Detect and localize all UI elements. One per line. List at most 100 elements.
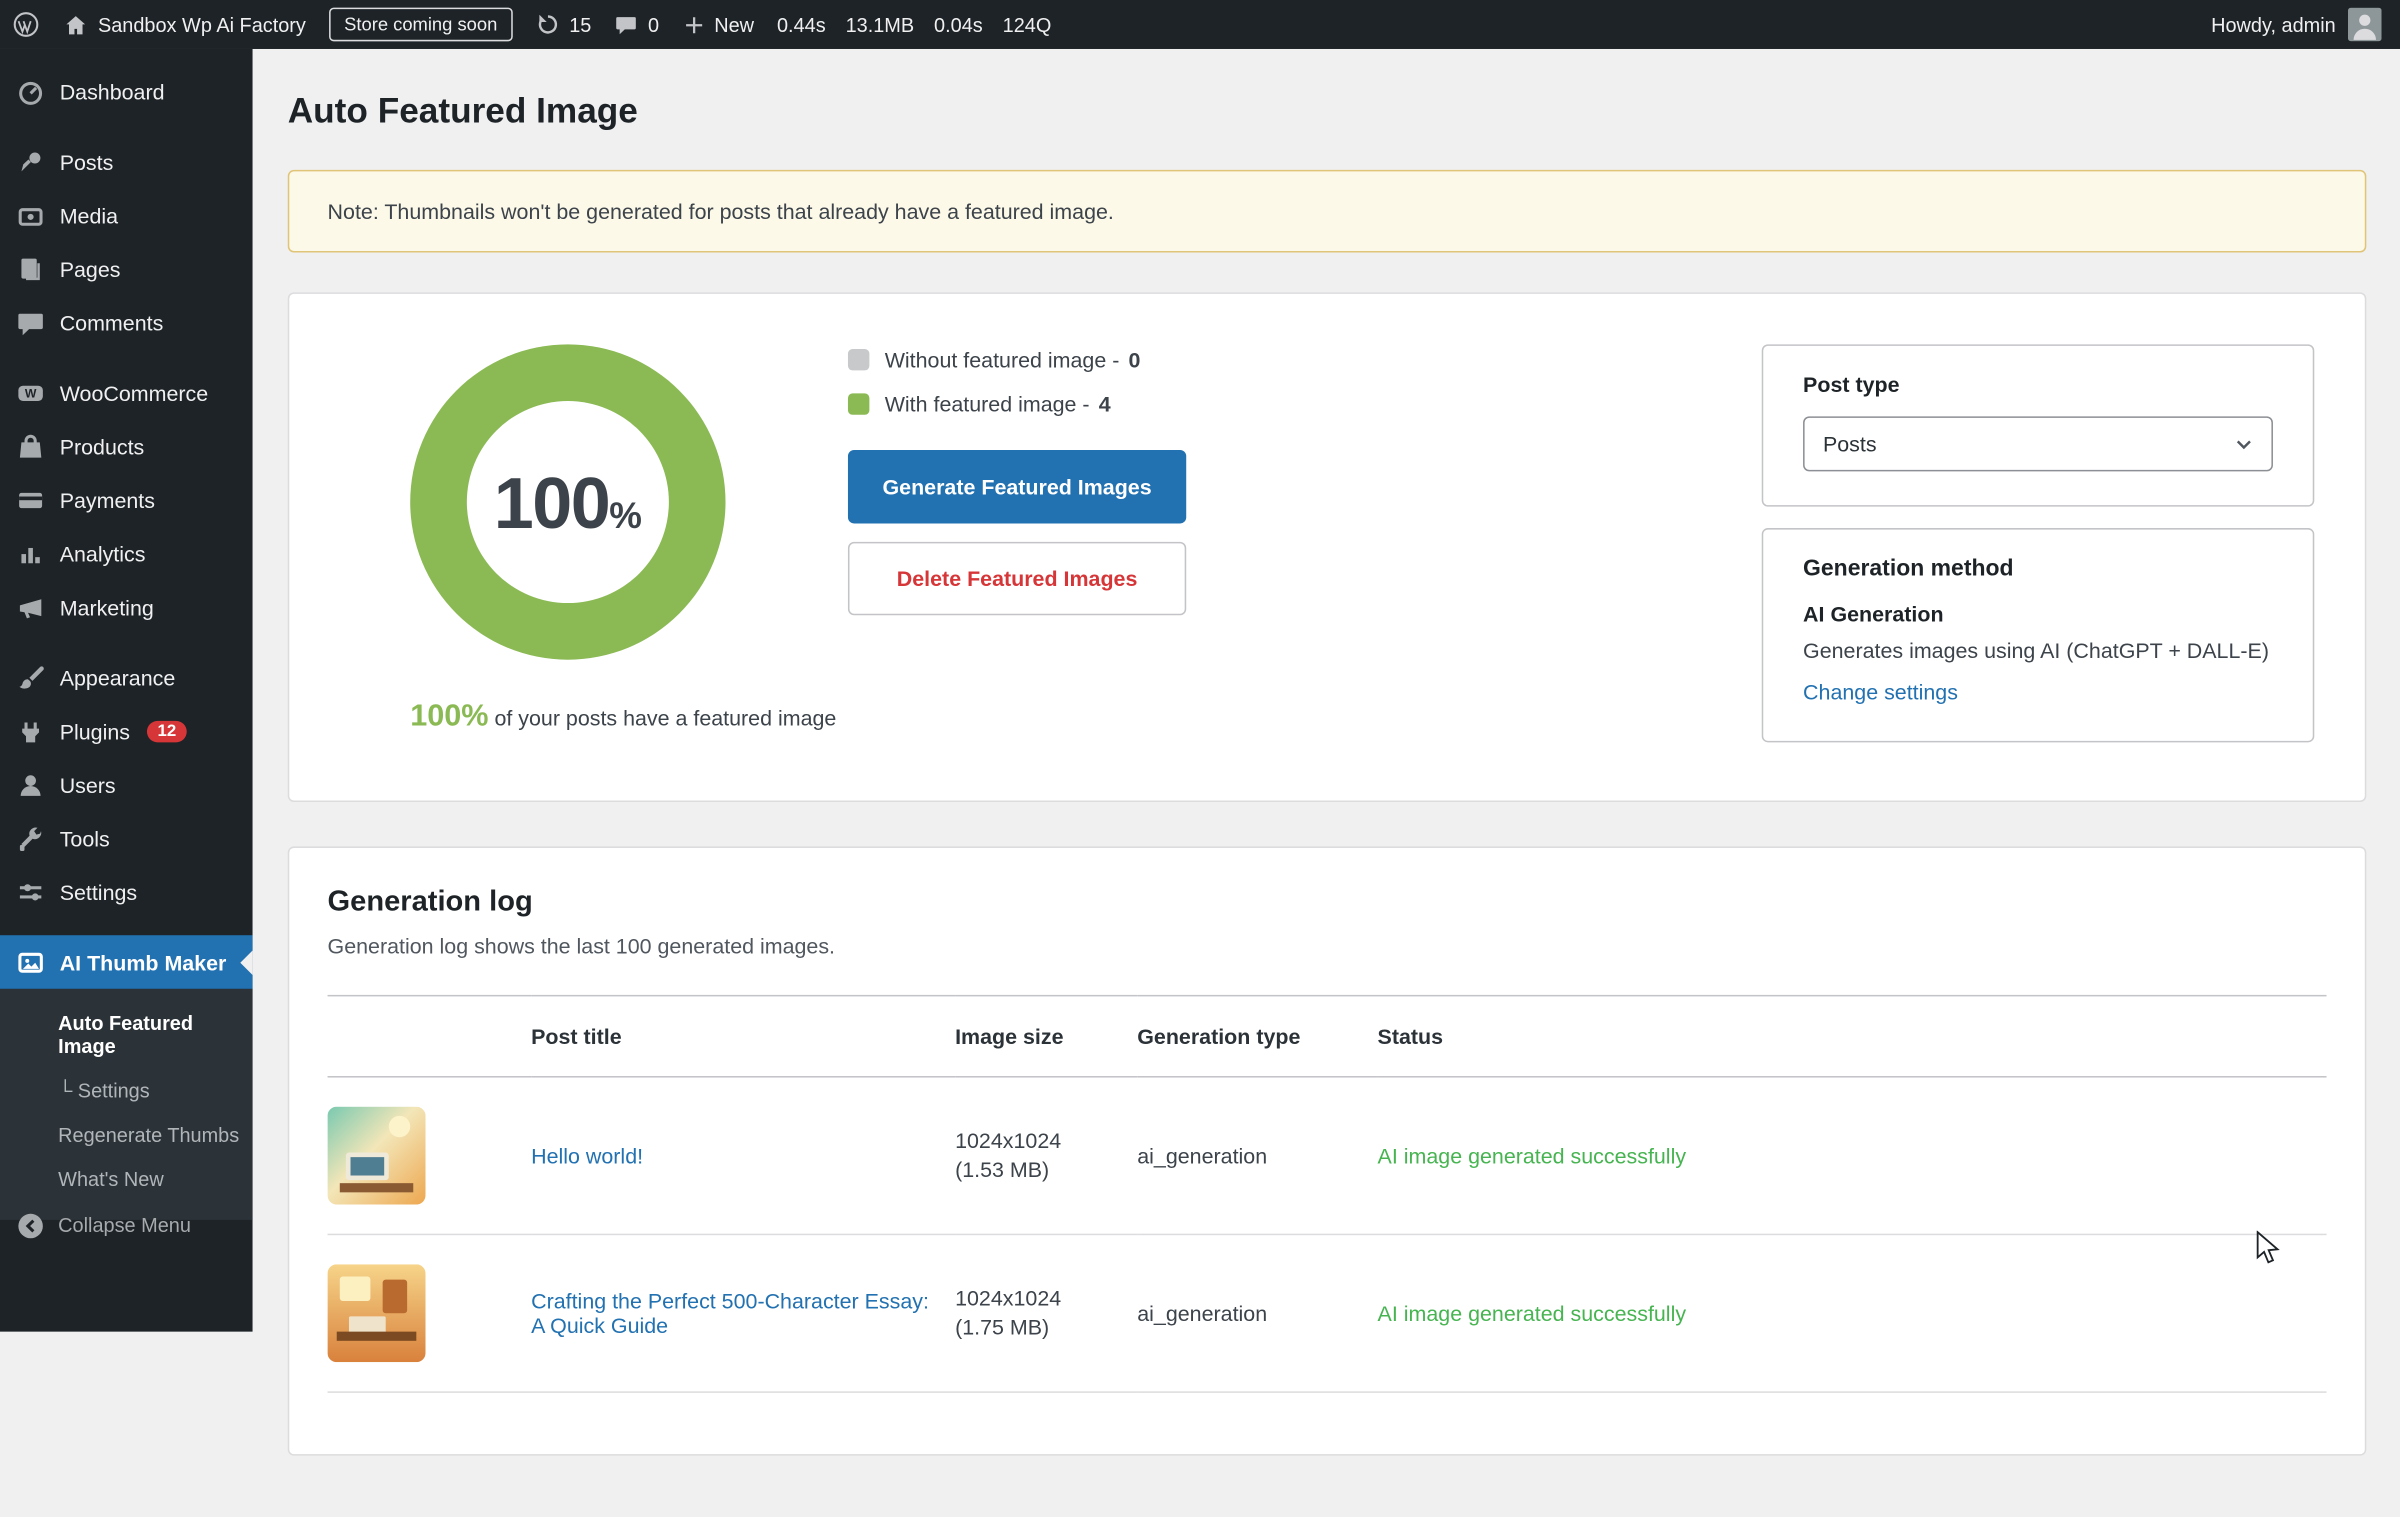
legend-swatch-gray (848, 349, 869, 370)
users-icon (15, 769, 46, 800)
generation-type-cell: ai_generation (1137, 1077, 1377, 1235)
submenu-item-auto-featured-image[interactable]: Auto Featured Image (0, 1001, 253, 1068)
products-icon (15, 431, 46, 462)
post-type-panel: Post type Posts (1762, 344, 2315, 506)
featured-image-donut-chart: 100% (410, 344, 725, 659)
status-cell: AI image generated successfully (1378, 1077, 2327, 1235)
post-type-label: Post type (1803, 372, 2273, 396)
submenu-item-whats-new[interactable]: What's New (0, 1157, 253, 1201)
sidebar-item-products[interactable]: Products (0, 419, 253, 473)
change-settings-link[interactable]: Change settings (1803, 680, 1958, 704)
wordpress-icon (12, 11, 40, 39)
comment-bubble-icon (614, 12, 638, 36)
sidebar-item-label: Dashboard (60, 79, 165, 103)
column-image-size: Image size (955, 996, 1137, 1077)
generation-method-title: Generation method (1803, 556, 2273, 582)
image-icon (15, 947, 46, 978)
sidebar-item-ai-thumb-maker[interactable]: AI Thumb Maker (0, 935, 253, 989)
sidebar-item-analytics[interactable]: Analytics (0, 527, 253, 581)
sidebar-item-payments[interactable]: Payments (0, 473, 253, 527)
sidebar-item-users[interactable]: Users (0, 758, 253, 812)
settings-column: Post type Posts Generation method AI Gen… (1762, 344, 2315, 742)
updates-indicator[interactable]: 15 (536, 12, 592, 36)
plugins-count-badge: 12 (147, 720, 187, 741)
post-thumbnail (328, 1264, 426, 1362)
media-icon (15, 200, 46, 231)
comments-indicator[interactable]: 0 (614, 12, 659, 36)
notice-text: Note: Thumbnails won't be generated for … (328, 199, 1114, 223)
dashboard-icon (15, 76, 46, 107)
post-type-select[interactable]: Posts (1803, 416, 2273, 471)
image-size-cell: 1024x1024 (1.75 MB) (955, 1234, 1137, 1392)
collapse-menu-button[interactable]: Collapse Menu (0, 1198, 253, 1252)
store-coming-soon-badge[interactable]: Store coming soon (329, 8, 513, 42)
donut-percent: 100% (494, 466, 642, 538)
perf-query-count: 124Q (1003, 13, 1052, 36)
payments-icon (15, 484, 46, 515)
column-thumbnail-header (328, 996, 532, 1077)
sidebar-item-plugins[interactable]: Plugins 12 (0, 704, 253, 758)
post-title-link[interactable]: Hello world! (531, 1143, 643, 1167)
notice-banner: Note: Thumbnails won't be generated for … (288, 170, 2367, 253)
legend-with-featured: With featured image - 4 (848, 392, 1186, 416)
generation-log-card: Generation log Generation log shows the … (288, 846, 2367, 1455)
generation-method-description: Generates images using AI (ChatGPT + DAL… (1803, 638, 2273, 662)
generation-type-cell: ai_generation (1137, 1234, 1377, 1392)
sidebar-item-settings[interactable]: Settings (0, 865, 253, 919)
delete-featured-images-button[interactable]: Delete Featured Images (848, 542, 1186, 615)
sidebar-item-posts[interactable]: Posts (0, 135, 253, 189)
sidebar-item-dashboard[interactable]: Dashboard (0, 64, 253, 118)
legend-value: 0 (1129, 347, 1141, 371)
legend-value: 4 (1099, 392, 1111, 416)
sidebar-item-label: Tools (60, 826, 110, 850)
svg-text:W: W (25, 386, 37, 400)
sidebar-item-comments[interactable]: Comments (0, 295, 253, 349)
pages-icon (15, 253, 46, 284)
sidebar-item-tools[interactable]: Tools (0, 811, 253, 865)
perf-time: 0.44s (777, 13, 826, 36)
collapse-menu-label: Collapse Menu (58, 1214, 191, 1237)
wordpress-logo[interactable] (12, 11, 40, 39)
plugins-icon (15, 716, 46, 747)
generation-method-name: AI Generation (1803, 602, 2273, 626)
howdy-text[interactable]: Howdy, admin (2211, 13, 2336, 36)
sidebar-item-appearance[interactable]: Appearance (0, 651, 253, 705)
sidebar-item-media[interactable]: Media (0, 188, 253, 242)
sidebar-item-marketing[interactable]: Marketing (0, 580, 253, 634)
sidebar-item-label: WooCommerce (60, 380, 208, 404)
site-menu[interactable]: Sandbox Wp Ai Factory (63, 11, 306, 37)
updates-count: 15 (569, 13, 591, 36)
table-header-row: Post title Image size Generation type St… (328, 996, 2327, 1077)
submenu-branch-icon (58, 1079, 78, 1102)
sidebar-item-woocommerce[interactable]: W WooCommerce (0, 366, 253, 420)
column-status: Status (1378, 996, 2327, 1077)
main-content: Auto Featured Image Note: Thumbnails won… (253, 49, 2400, 1517)
sidebar-item-label: Payments (60, 487, 155, 511)
post-title-link[interactable]: Crafting the Perfect 500-Character Essay… (531, 1289, 929, 1338)
post-type-selected-value: Posts (1823, 432, 1877, 456)
sidebar-item-label: Appearance (60, 665, 176, 689)
sidebar-item-label: Settings (60, 879, 137, 903)
submenu-item-regenerate-thumbs[interactable]: Regenerate Thumbs (0, 1113, 253, 1157)
submenu-item-settings[interactable]: Settings (0, 1068, 253, 1112)
sidebar-item-label: Posts (60, 149, 114, 173)
coverage-text: of your posts have a featured image (494, 706, 836, 730)
sidebar-item-label: Comments (60, 310, 164, 334)
sidebar-item-label: Users (60, 772, 116, 796)
table-row: Crafting the Perfect 500-Character Essay… (328, 1234, 2327, 1392)
column-generation-type: Generation type (1137, 996, 1377, 1077)
generate-featured-images-button[interactable]: Generate Featured Images (848, 450, 1186, 523)
sidebar-item-label: Pages (60, 256, 121, 280)
actions-column: Without featured image - 0 With featured… (848, 344, 1186, 742)
coverage-percent: 100% (410, 699, 488, 733)
avatar[interactable] (2348, 8, 2382, 42)
woocommerce-icon: W (15, 377, 46, 408)
sidebar-item-label: Analytics (60, 541, 146, 565)
comments-count: 0 (648, 13, 659, 36)
new-label: New (714, 13, 754, 36)
new-content-button[interactable]: New (682, 13, 754, 36)
posts-icon (15, 146, 46, 177)
sidebar-item-label: Media (60, 203, 118, 227)
marketing-icon (15, 592, 46, 623)
sidebar-item-pages[interactable]: Pages (0, 242, 253, 296)
